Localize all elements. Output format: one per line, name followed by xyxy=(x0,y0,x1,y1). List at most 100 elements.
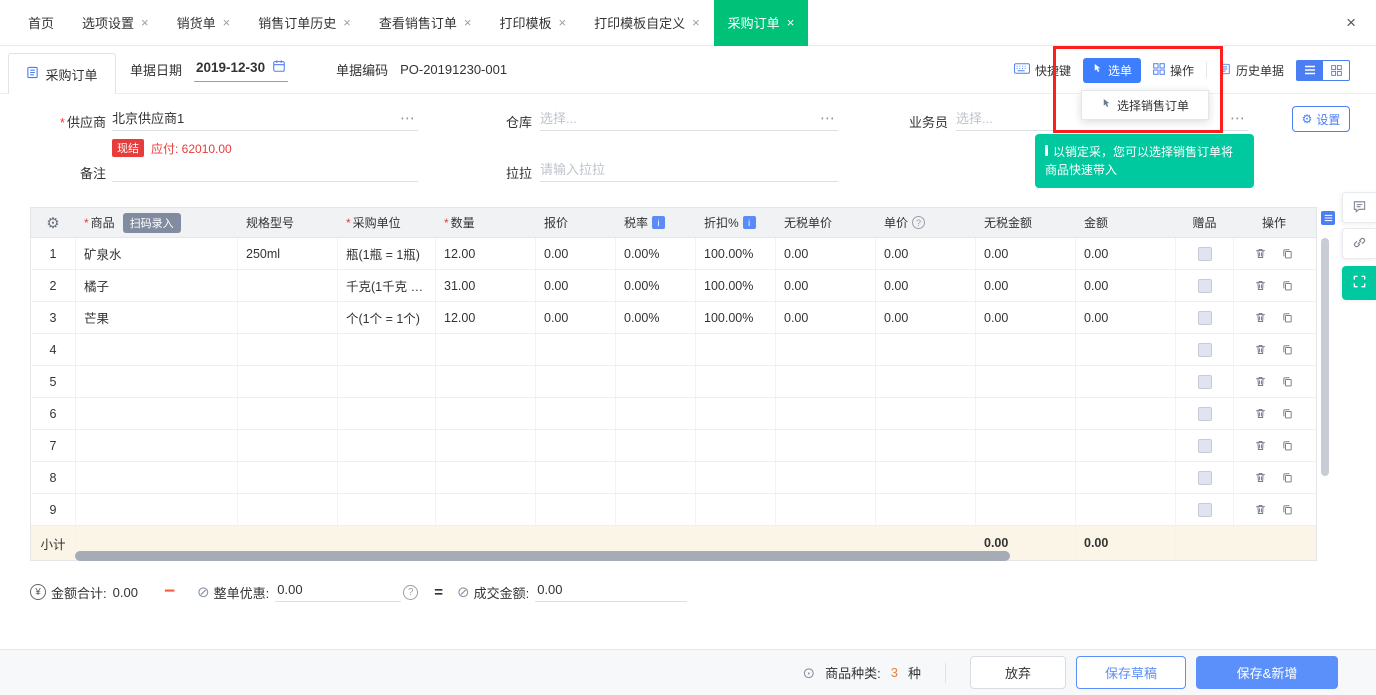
save-draft-button[interactable]: 保存草稿 xyxy=(1076,656,1186,689)
cell-price[interactable] xyxy=(876,494,976,525)
cell-amount[interactable] xyxy=(1076,494,1176,525)
copy-row-icon[interactable] xyxy=(1281,439,1294,452)
gift-checkbox[interactable] xyxy=(1197,246,1212,261)
cell-quote[interactable]: 0.00 xyxy=(536,302,616,333)
cell-spec[interactable]: 250ml xyxy=(238,238,338,269)
close-tab-icon[interactable]: × xyxy=(343,15,351,30)
cell-quote[interactable]: 0.00 xyxy=(536,238,616,269)
copy-row-icon[interactable] xyxy=(1281,311,1294,324)
gift-checkbox[interactable] xyxy=(1197,310,1212,325)
delete-row-icon[interactable] xyxy=(1254,279,1267,292)
cell-notax-price[interactable] xyxy=(776,494,876,525)
copy-row-icon[interactable] xyxy=(1281,503,1294,516)
cell-spec[interactable] xyxy=(238,334,338,365)
cell-unit[interactable]: 千克(1千克 … xyxy=(338,270,436,301)
expand-button[interactable] xyxy=(1342,266,1376,300)
cell-tax[interactable] xyxy=(616,366,696,397)
delete-row-icon[interactable] xyxy=(1254,439,1267,452)
cell-notax-price[interactable]: 0.00 xyxy=(776,270,876,301)
gift-checkbox[interactable] xyxy=(1197,278,1212,293)
feedback-button[interactable] xyxy=(1342,192,1376,223)
delete-row-icon[interactable] xyxy=(1254,311,1267,324)
delete-row-icon[interactable] xyxy=(1254,503,1267,516)
tab-view-sales-order[interactable]: 查看销售订单 × xyxy=(365,0,486,46)
cell-discount[interactable] xyxy=(696,494,776,525)
cell-amount[interactable] xyxy=(1076,366,1176,397)
copy-row-icon[interactable] xyxy=(1281,375,1294,388)
cell-notax-price[interactable] xyxy=(776,334,876,365)
save-and-new-button[interactable]: 保存&新增 xyxy=(1196,656,1338,689)
cell-notax-amount[interactable] xyxy=(976,430,1076,461)
date-input[interactable]: 2019-12-30 xyxy=(194,57,289,82)
cell-unit[interactable] xyxy=(338,334,436,365)
cell-tax[interactable] xyxy=(616,430,696,461)
close-tab-icon[interactable]: × xyxy=(787,15,795,30)
cell-discount[interactable]: 100.00% xyxy=(696,238,776,269)
delete-row-icon[interactable] xyxy=(1254,375,1267,388)
cell-notax-amount[interactable] xyxy=(976,334,1076,365)
cell-product[interactable] xyxy=(76,430,238,461)
tab-home[interactable]: 首页 xyxy=(14,13,68,32)
cell-price[interactable]: 0.00 xyxy=(876,302,976,333)
cell-quote[interactable] xyxy=(536,366,616,397)
cell-price[interactable] xyxy=(876,462,976,493)
cell-unit[interactable] xyxy=(338,398,436,429)
cell-amount[interactable] xyxy=(1076,430,1176,461)
copy-row-icon[interactable] xyxy=(1281,343,1294,356)
cell-quote[interactable] xyxy=(536,334,616,365)
cell-tax[interactable] xyxy=(616,334,696,365)
select-sales-order-menu-item[interactable]: 选择销售订单 xyxy=(1081,90,1209,120)
cell-discount[interactable]: 100.00% xyxy=(696,302,776,333)
cell-notax-amount[interactable] xyxy=(976,494,1076,525)
link-button[interactable] xyxy=(1342,228,1376,259)
cell-product[interactable] xyxy=(76,462,238,493)
gift-checkbox[interactable] xyxy=(1197,438,1212,453)
warehouse-select[interactable]: 选择... ⋯ xyxy=(540,105,838,131)
tab-sales-slip[interactable]: 销货单 × xyxy=(163,0,245,46)
cell-product[interactable] xyxy=(76,366,238,397)
cell-product[interactable]: 矿泉水 xyxy=(76,238,238,269)
cell-quote[interactable]: 0.00 xyxy=(536,270,616,301)
salesperson-more-icon[interactable]: ⋯ xyxy=(1230,109,1246,127)
gift-checkbox[interactable] xyxy=(1197,406,1212,421)
cell-discount[interactable] xyxy=(696,462,776,493)
copy-row-icon[interactable] xyxy=(1281,407,1294,420)
cell-notax-price[interactable] xyxy=(776,462,876,493)
cell-product[interactable]: 橘子 xyxy=(76,270,238,301)
list-view-toggle[interactable] xyxy=(1296,59,1323,81)
cell-qty[interactable]: 12.00 xyxy=(436,302,536,333)
cell-quote[interactable] xyxy=(536,430,616,461)
cell-price[interactable] xyxy=(876,398,976,429)
cell-notax-price[interactable]: 0.00 xyxy=(776,302,876,333)
cell-amount[interactable]: 0.00 xyxy=(1076,238,1176,269)
delete-row-icon[interactable] xyxy=(1254,343,1267,356)
cell-spec[interactable] xyxy=(238,366,338,397)
cell-spec[interactable] xyxy=(238,462,338,493)
cell-amount[interactable] xyxy=(1076,334,1176,365)
cell-discount[interactable] xyxy=(696,398,776,429)
supplier-input[interactable]: 北京供应商1 ⋯ xyxy=(112,105,418,131)
cell-price[interactable] xyxy=(876,430,976,461)
delete-row-icon[interactable] xyxy=(1254,471,1267,484)
cell-unit[interactable]: 瓶(1瓶 = 1瓶) xyxy=(338,238,436,269)
lala-input[interactable]: 请输入拉拉 xyxy=(540,156,838,182)
document-tab-purchase-order[interactable]: 采购订单 xyxy=(8,53,116,94)
cell-notax-price[interactable] xyxy=(776,366,876,397)
shortcuts-button[interactable]: 快捷键 xyxy=(1013,62,1071,79)
cell-price[interactable] xyxy=(876,366,976,397)
warehouse-more-icon[interactable]: ⋯ xyxy=(820,109,836,127)
scan-entry-button[interactable]: 扫码录入 xyxy=(122,212,181,233)
copy-row-icon[interactable] xyxy=(1281,279,1294,292)
discount-input[interactable]: 0.00 xyxy=(275,582,402,602)
cell-tax[interactable] xyxy=(616,398,696,429)
remark-input[interactable] xyxy=(112,156,418,182)
cell-unit[interactable] xyxy=(338,462,436,493)
table-corner-icon[interactable] xyxy=(1321,211,1335,225)
cell-notax-amount[interactable] xyxy=(976,366,1076,397)
close-tab-icon[interactable]: × xyxy=(692,15,700,30)
cell-spec[interactable] xyxy=(238,270,338,301)
cell-notax-price[interactable] xyxy=(776,398,876,429)
gift-checkbox[interactable] xyxy=(1197,502,1212,517)
grid-view-toggle[interactable] xyxy=(1323,59,1350,81)
cell-notax-price[interactable] xyxy=(776,430,876,461)
